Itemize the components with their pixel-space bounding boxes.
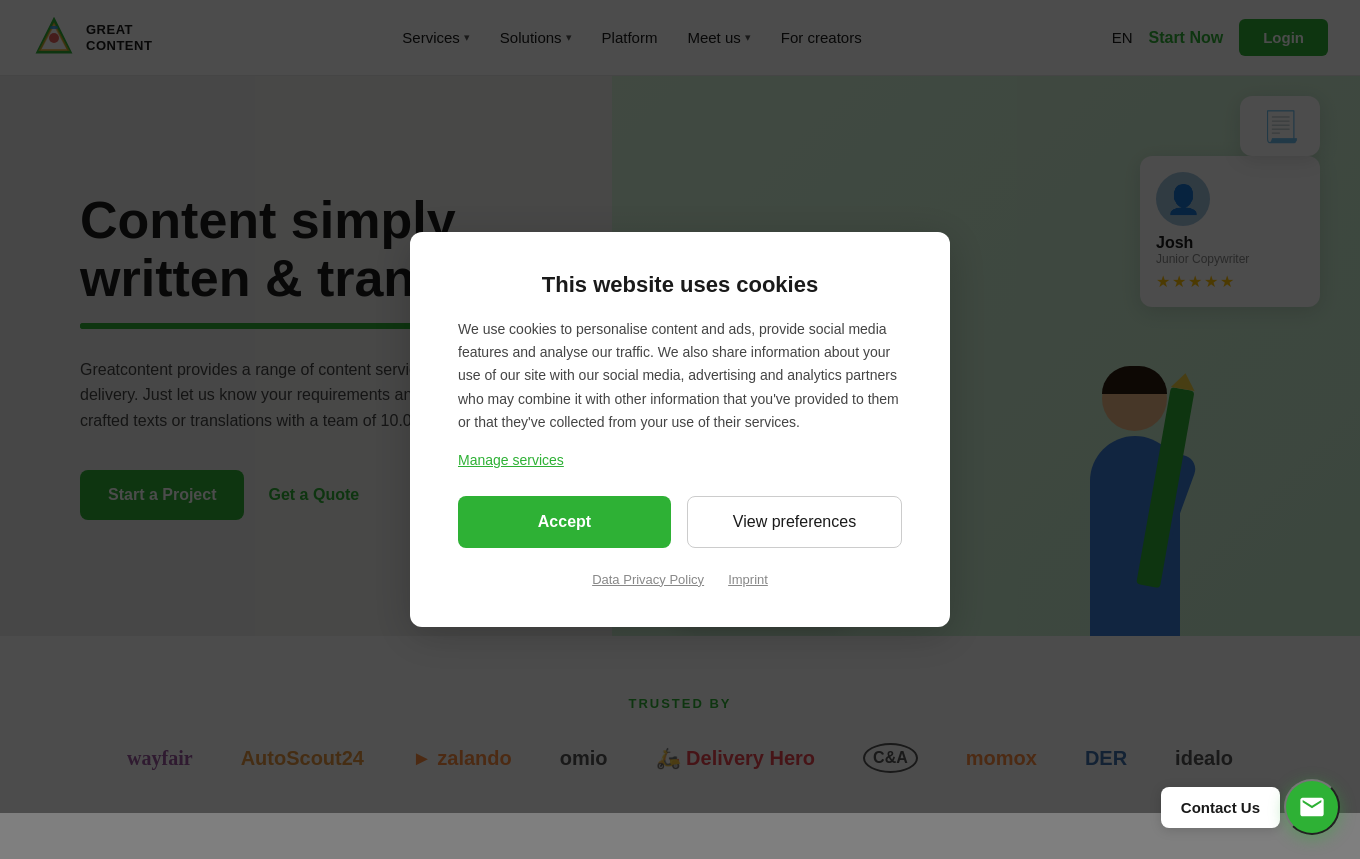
cookie-modal: This website uses cookies We use cookies… [410,232,950,626]
view-preferences-button[interactable]: View preferences [687,496,902,548]
cookie-title: This website uses cookies [458,272,902,298]
cookie-description: We use cookies to personalise content an… [458,318,902,433]
accept-cookies-button[interactable]: Accept [458,496,671,548]
data-privacy-link[interactable]: Data Privacy Policy [592,572,704,587]
contact-us-container: Contact Us [1161,779,1340,813]
cookie-buttons: Accept View preferences [458,496,902,548]
email-icon [1298,793,1326,813]
imprint-link[interactable]: Imprint [728,572,768,587]
contact-us-button[interactable] [1284,779,1340,813]
cookie-overlay: This website uses cookies We use cookies… [0,0,1360,813]
contact-us-label: Contact Us [1161,787,1280,814]
manage-services-link[interactable]: Manage services [458,452,902,468]
cookie-footer: Data Privacy Policy Imprint [458,572,902,587]
